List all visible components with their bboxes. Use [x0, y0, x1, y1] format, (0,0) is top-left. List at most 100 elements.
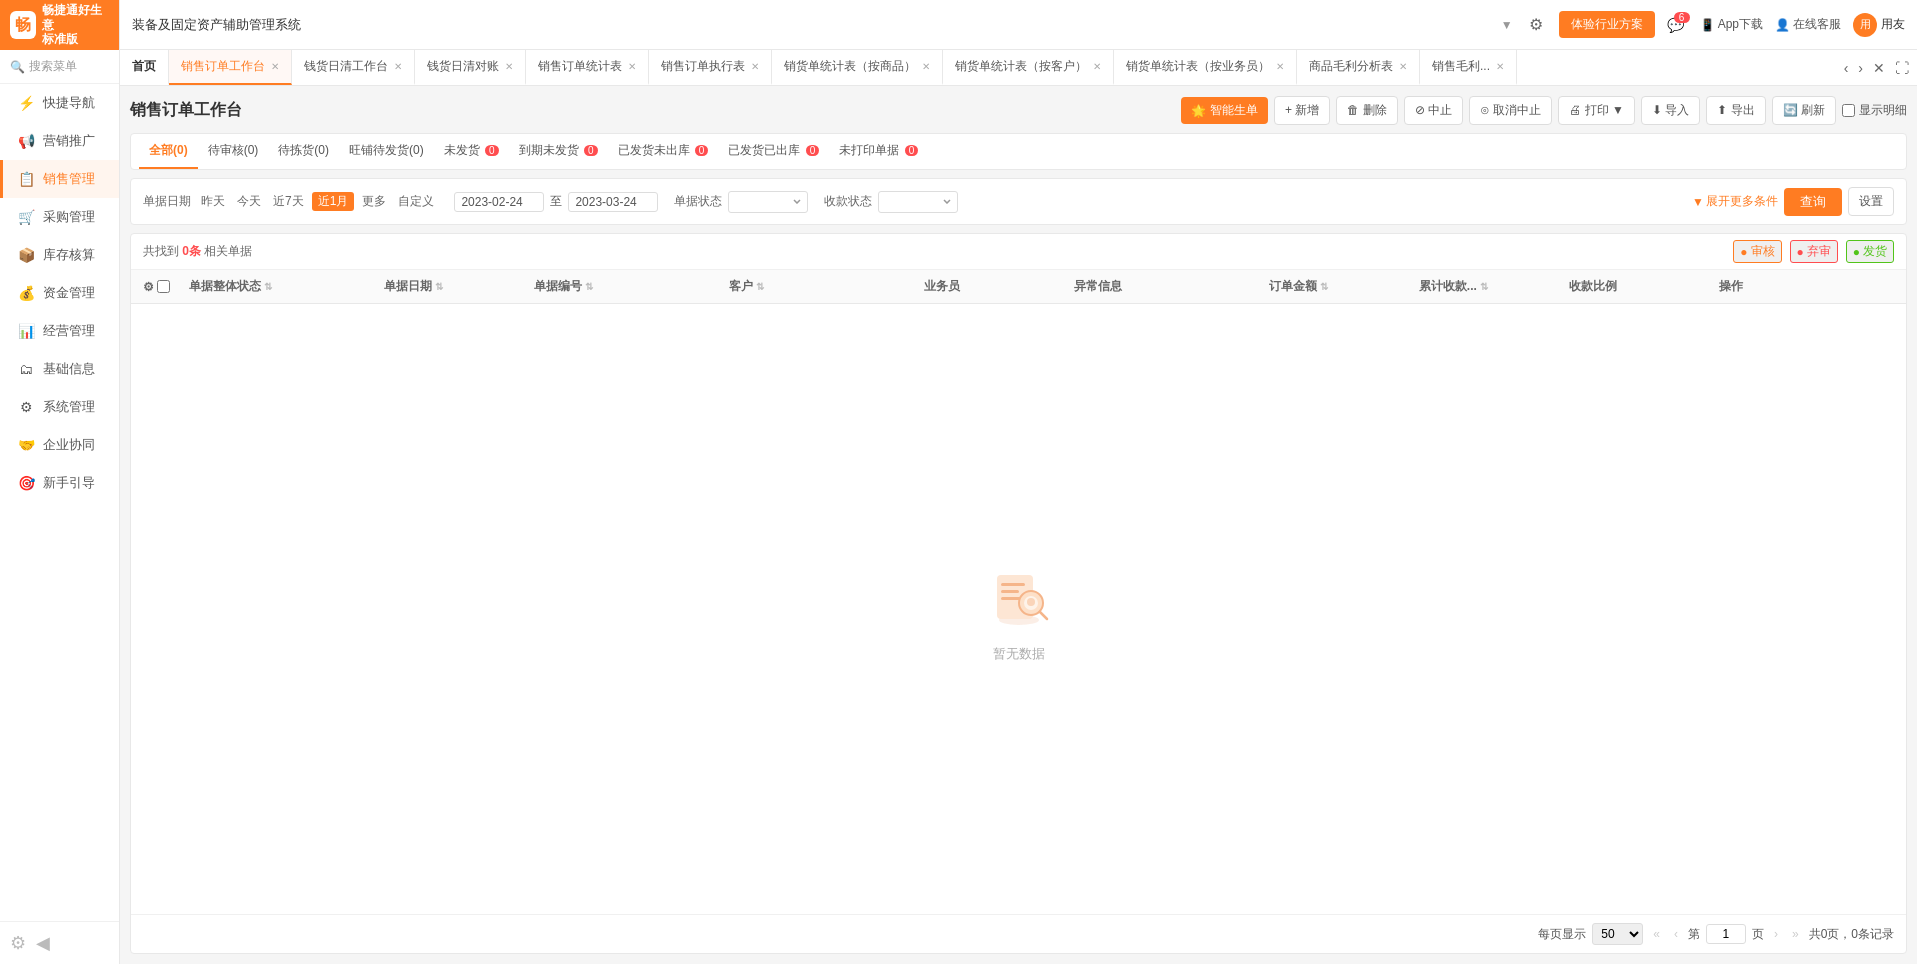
- settings-button[interactable]: 设置: [1848, 187, 1894, 216]
- tab-sales-workbench-close[interactable]: ✕: [271, 61, 279, 72]
- search-menu[interactable]: 🔍 搜索菜单: [0, 50, 119, 84]
- tab-daily-clear[interactable]: 钱货日清工作台 ✕: [292, 50, 415, 85]
- tab-sales-exec[interactable]: 销售订单执行表 ✕: [649, 50, 772, 85]
- tab-sales-stats-close[interactable]: ✕: [628, 61, 636, 72]
- industry-solution-button[interactable]: 体验行业方案: [1559, 11, 1655, 38]
- th-customer[interactable]: 客户 ⇅: [721, 278, 916, 295]
- tab-reconciliation[interactable]: 钱货日清对账 ✕: [415, 50, 526, 85]
- th-amount[interactable]: 订单金额 ⇅: [1261, 278, 1411, 295]
- th-num[interactable]: 单据编号 ⇅: [526, 278, 721, 295]
- th-num-sort[interactable]: ⇅: [585, 281, 593, 292]
- user-menu[interactable]: 用 用友: [1853, 13, 1905, 37]
- th-customer-sort[interactable]: ⇅: [756, 281, 764, 292]
- sidebar-item-sales[interactable]: 📋 销售管理: [0, 160, 119, 198]
- date-to-input[interactable]: [568, 192, 658, 212]
- th-collected[interactable]: 累计收款... ⇅: [1411, 278, 1561, 295]
- tab-sales-by-staff-close[interactable]: ✕: [1276, 61, 1284, 72]
- page-input[interactable]: [1706, 924, 1746, 944]
- date-btn-7days[interactable]: 近7天: [269, 192, 308, 211]
- show-detail-checkbox[interactable]: [1842, 104, 1855, 117]
- th-collected-sort[interactable]: ⇅: [1480, 281, 1488, 292]
- date-btn-yesterday[interactable]: 昨天: [197, 192, 229, 211]
- message-icon[interactable]: 💬 6: [1667, 17, 1684, 33]
- import-button[interactable]: ⬇ 导入: [1641, 96, 1700, 125]
- th-date[interactable]: 单据日期 ⇅: [376, 278, 526, 295]
- app-download-link[interactable]: 📱 App下载: [1700, 16, 1763, 33]
- page-first-btn[interactable]: «: [1649, 925, 1664, 943]
- select-all-checkbox[interactable]: [157, 280, 170, 293]
- date-btn-1month[interactable]: 近1月: [312, 192, 355, 211]
- sidebar-item-marketing[interactable]: 📢 营销推广: [0, 122, 119, 160]
- date-btn-today[interactable]: 今天: [233, 192, 265, 211]
- tabs-next-icon[interactable]: ›: [1854, 58, 1867, 78]
- sidebar-item-quicknav[interactable]: ⚡ 快捷导航: [0, 84, 119, 122]
- sidebar-item-finance[interactable]: 💰 资金管理: [0, 274, 119, 312]
- add-button[interactable]: + 新增: [1274, 96, 1330, 125]
- settings-icon[interactable]: ⚙: [10, 932, 26, 954]
- filter-tab-pending-review[interactable]: 待审核(0): [198, 134, 269, 169]
- revoke-button[interactable]: ● 弃审: [1790, 240, 1838, 263]
- cancel-stop-button[interactable]: ⊙ 取消中止: [1469, 96, 1552, 125]
- tab-sales-by-staff[interactable]: 销货单统计表（按业务员） ✕: [1114, 50, 1297, 85]
- page-size-select[interactable]: 50 20 100: [1592, 923, 1643, 945]
- tab-sales-by-product-close[interactable]: ✕: [922, 61, 930, 72]
- status-select[interactable]: [728, 191, 808, 213]
- tabs-fullscreen-icon[interactable]: ⛶: [1891, 58, 1913, 78]
- tabs-prev-icon[interactable]: ‹: [1840, 58, 1853, 78]
- tab-sales-stats[interactable]: 销售订单统计表 ✕: [526, 50, 649, 85]
- tab-sales-margin[interactable]: 销售毛利... ✕: [1420, 50, 1517, 85]
- audit-button[interactable]: ● 审核: [1733, 240, 1781, 263]
- filter-tab-pending-pick[interactable]: 待拣货(0): [268, 134, 339, 169]
- filter-tab-all[interactable]: 全部(0): [139, 134, 198, 169]
- filter-tab-unshipped[interactable]: 未发货 0: [434, 134, 509, 169]
- date-btn-custom[interactable]: 自定义: [394, 192, 438, 211]
- online-service-link[interactable]: 👤 在线客服: [1775, 16, 1841, 33]
- tab-sales-margin-close[interactable]: ✕: [1496, 61, 1504, 72]
- sidebar-item-operations[interactable]: 📊 经营管理: [0, 312, 119, 350]
- show-detail-checkbox-label[interactable]: 显示明细: [1842, 102, 1907, 119]
- tab-sales-exec-close[interactable]: ✕: [751, 61, 759, 72]
- tab-margin-analysis-close[interactable]: ✕: [1399, 61, 1407, 72]
- collapse-icon[interactable]: ◀: [36, 932, 50, 954]
- filter-tab-wangpu[interactable]: 旺铺待发货(0): [339, 134, 434, 169]
- refresh-button[interactable]: 🔄 刷新: [1772, 96, 1836, 125]
- export-button[interactable]: ⬆ 导出: [1706, 96, 1765, 125]
- delete-button[interactable]: 🗑 删除: [1336, 96, 1397, 125]
- tab-reconciliation-close[interactable]: ✕: [505, 61, 513, 72]
- date-from-input[interactable]: [454, 192, 544, 212]
- payment-select[interactable]: [878, 191, 958, 213]
- filter-tab-unprinted[interactable]: 未打印单据 0: [829, 134, 928, 169]
- date-btn-more[interactable]: 更多: [358, 192, 390, 211]
- ship-button[interactable]: ● 发货: [1846, 240, 1894, 263]
- sidebar-item-basic[interactable]: 🗂 基础信息: [0, 350, 119, 388]
- print-button[interactable]: 🖨 打印 ▼: [1558, 96, 1635, 125]
- tab-home[interactable]: 首页: [120, 50, 169, 85]
- tab-sales-by-customer[interactable]: 销货单统计表（按客户） ✕: [943, 50, 1114, 85]
- sidebar-item-purchase[interactable]: 🛒 采购管理: [0, 198, 119, 236]
- page-prev-btn[interactable]: ‹: [1670, 925, 1682, 943]
- page-next-btn[interactable]: ›: [1770, 925, 1782, 943]
- smart-create-button[interactable]: 🌟 智能生单: [1181, 97, 1268, 124]
- filter-tab-shipped-not-out[interactable]: 已发货未出库 0: [608, 134, 719, 169]
- topbar-settings-icon[interactable]: ⚙: [1529, 15, 1543, 34]
- sidebar-item-guide[interactable]: 🎯 新手引导: [0, 464, 119, 502]
- tab-margin-analysis[interactable]: 商品毛利分析表 ✕: [1297, 50, 1420, 85]
- filter-tab-overdue-unshipped[interactable]: 到期未发货 0: [509, 134, 608, 169]
- tab-sales-by-customer-close[interactable]: ✕: [1093, 61, 1101, 72]
- tab-sales-workbench[interactable]: 销售订单工作台 ✕: [169, 50, 292, 85]
- tab-daily-clear-close[interactable]: ✕: [394, 61, 402, 72]
- th-status-sort[interactable]: ⇅: [264, 281, 272, 292]
- settings-icon-th[interactable]: ⚙: [143, 280, 154, 294]
- query-button[interactable]: 查询: [1784, 188, 1842, 216]
- expand-conditions-button[interactable]: ▼ 展开更多条件: [1692, 193, 1778, 210]
- sidebar-item-inventory[interactable]: 📦 库存核算: [0, 236, 119, 274]
- th-date-sort[interactable]: ⇅: [435, 281, 443, 292]
- filter-tab-shipped-out[interactable]: 已发货已出库 0: [718, 134, 829, 169]
- th-status[interactable]: 单据整体状态 ⇅: [181, 278, 376, 295]
- tab-sales-by-product[interactable]: 销货单统计表（按商品） ✕: [772, 50, 943, 85]
- tabs-close-all-icon[interactable]: ✕: [1869, 58, 1889, 78]
- th-amount-sort[interactable]: ⇅: [1320, 281, 1328, 292]
- stop-button[interactable]: ⊘ 中止: [1404, 96, 1463, 125]
- sidebar-item-enterprise[interactable]: 🤝 企业协同: [0, 426, 119, 464]
- page-last-btn[interactable]: »: [1788, 925, 1803, 943]
